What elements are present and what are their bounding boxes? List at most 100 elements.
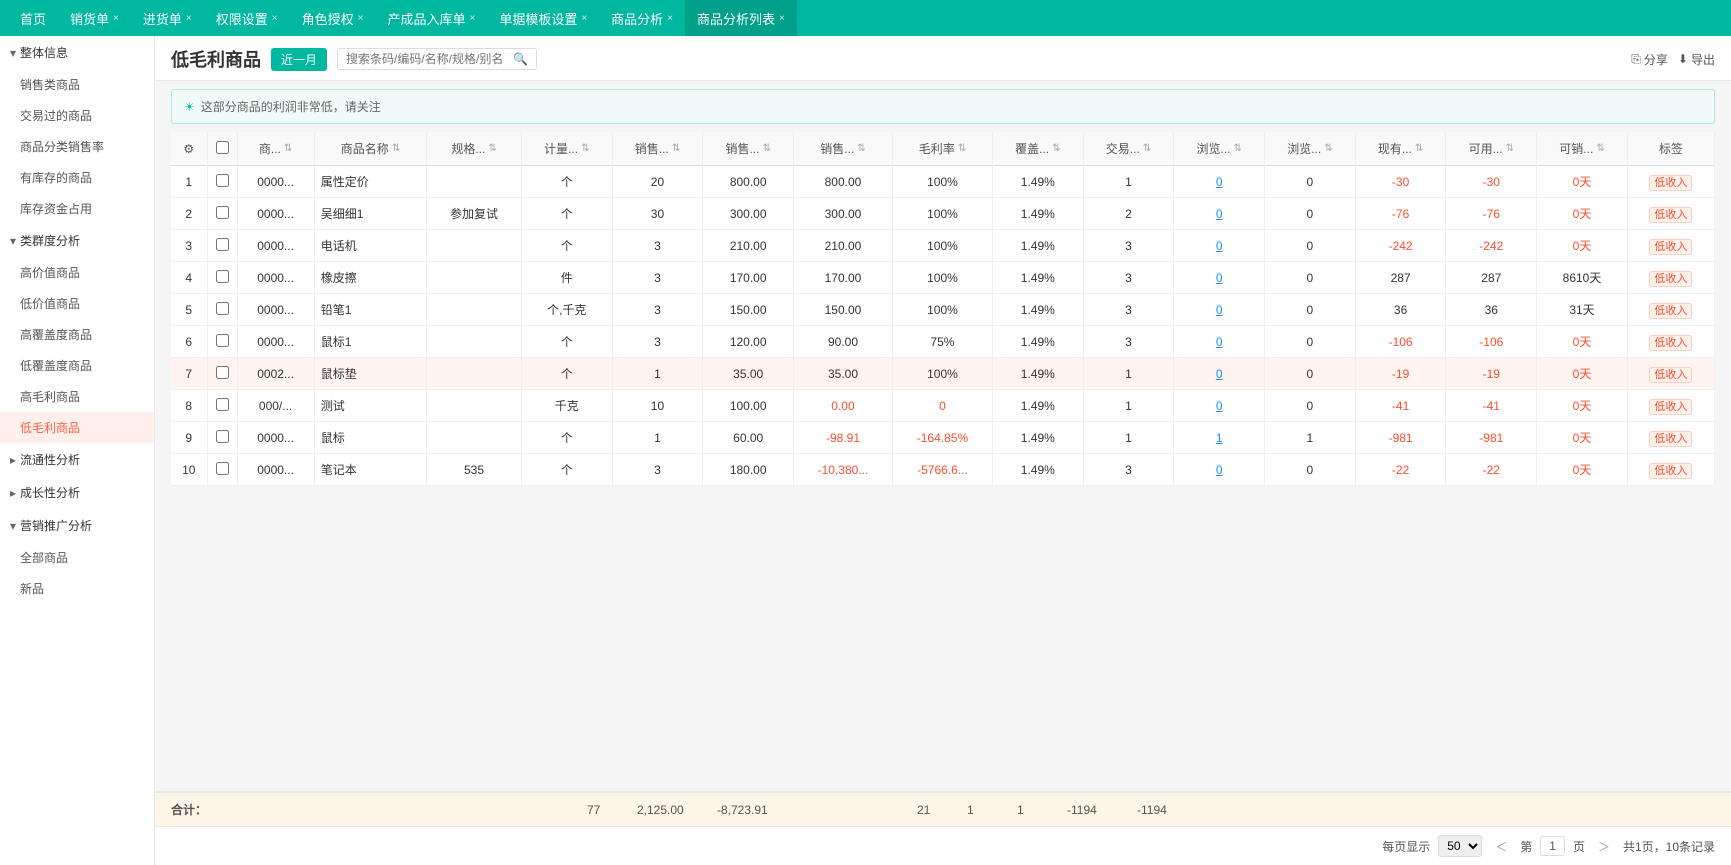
row-checkbox[interactable]: [207, 422, 237, 454]
row-select-checkbox[interactable]: [216, 206, 229, 219]
share-button[interactable]: ⎘ 分享: [1631, 51, 1668, 68]
export-button[interactable]: ⬇ 导出: [1678, 51, 1715, 68]
sidebar-group-flow[interactable]: ▸ 流通性分析: [0, 443, 154, 476]
sort-icon[interactable]: ⇅: [672, 143, 680, 154]
sidebar-item-traded-goods[interactable]: 交易过的商品: [0, 100, 154, 131]
row-select-checkbox[interactable]: [216, 334, 229, 347]
sort-icon[interactable]: ⇅: [581, 143, 589, 154]
close-icon[interactable]: ×: [779, 13, 785, 24]
sort-icon[interactable]: ⇅: [392, 143, 400, 154]
row-view1[interactable]: 0: [1174, 294, 1265, 326]
sidebar-item-low-coverage[interactable]: 低覆盖度商品: [0, 350, 154, 381]
nav-purchase-order[interactable]: 进货单 ×: [131, 0, 204, 36]
row-checkbox[interactable]: [207, 358, 237, 390]
row-name[interactable]: 鼠标1: [314, 326, 426, 358]
row-name[interactable]: 鼠标垫: [314, 358, 426, 390]
col-coverage[interactable]: 覆盖... ⇅: [992, 132, 1083, 166]
nav-role-auth[interactable]: 角色授权 ×: [290, 0, 376, 36]
close-icon[interactable]: ×: [581, 13, 587, 24]
col-name[interactable]: 商品名称 ⇅: [314, 132, 426, 166]
col-current-stock[interactable]: 现有... ⇅: [1355, 132, 1446, 166]
row-checkbox[interactable]: [207, 294, 237, 326]
col-settings[interactable]: ⚙: [171, 132, 207, 166]
date-filter-button[interactable]: 近一月: [271, 48, 327, 71]
sort-icon[interactable]: ⇅: [857, 143, 865, 154]
close-icon[interactable]: ×: [272, 13, 278, 24]
row-checkbox[interactable]: [207, 326, 237, 358]
sidebar-item-low-margin[interactable]: 低毛利商品: [0, 412, 154, 443]
row-view1[interactable]: 0: [1174, 198, 1265, 230]
row-select-checkbox[interactable]: [216, 430, 229, 443]
col-unit[interactable]: 计量... ⇅: [521, 132, 612, 166]
nav-product-analysis-list[interactable]: 商品分析列表 ×: [685, 0, 797, 36]
row-name[interactable]: 吴细细1: [314, 198, 426, 230]
col-spec[interactable]: 规格... ⇅: [427, 132, 522, 166]
row-name[interactable]: 属性定价: [314, 166, 426, 198]
nav-sales-order[interactable]: 销货单 ×: [58, 0, 131, 36]
col-trade-count[interactable]: 交易... ⇅: [1083, 132, 1174, 166]
row-name[interactable]: 测试: [314, 390, 426, 422]
nav-product-entry[interactable]: 产成品入库单 ×: [375, 0, 487, 36]
per-page-select[interactable]: 50: [1438, 835, 1482, 857]
sidebar-group-cluster[interactable]: ▾ 类群度分析: [0, 224, 154, 257]
sort-icon[interactable]: ⇅: [1415, 143, 1423, 154]
select-all-checkbox[interactable]: [216, 141, 229, 154]
row-view1[interactable]: 0: [1174, 230, 1265, 262]
sidebar-item-stock-fund[interactable]: 库存资金占用: [0, 193, 154, 224]
settings-icon[interactable]: ⚙: [183, 142, 194, 156]
sidebar-item-new-products[interactable]: 新品: [0, 573, 154, 604]
row-view1[interactable]: 1: [1174, 422, 1265, 454]
sort-icon[interactable]: ⇅: [1234, 143, 1242, 154]
row-name[interactable]: 铅笔1: [314, 294, 426, 326]
sidebar-item-sales-goods[interactable]: 销售类商品: [0, 69, 154, 100]
col-gross-margin[interactable]: 毛利率 ⇅: [892, 132, 992, 166]
nav-template-settings[interactable]: 单据模板设置 ×: [487, 0, 599, 36]
row-checkbox[interactable]: [207, 198, 237, 230]
sidebar-item-category-rate[interactable]: 商品分类销售率: [0, 131, 154, 162]
row-view1[interactable]: 0: [1174, 358, 1265, 390]
sidebar-item-high-margin[interactable]: 高毛利商品: [0, 381, 154, 412]
sidebar-item-low-value[interactable]: 低价值商品: [0, 288, 154, 319]
nav-product-analysis[interactable]: 商品分析 ×: [599, 0, 685, 36]
sort-icon[interactable]: ⇅: [488, 143, 496, 154]
col-code[interactable]: 商... ⇅: [237, 132, 314, 166]
sort-icon[interactable]: ⇅: [1143, 143, 1151, 154]
sort-icon[interactable]: ⇅: [1596, 143, 1604, 154]
row-checkbox[interactable]: [207, 390, 237, 422]
next-page-button[interactable]: ＞: [1593, 836, 1615, 857]
col-view2[interactable]: 浏览... ⇅: [1265, 132, 1356, 166]
sidebar-item-high-value[interactable]: 高价值商品: [0, 257, 154, 288]
sort-icon[interactable]: ⇅: [1506, 143, 1514, 154]
row-view1[interactable]: 0: [1174, 454, 1265, 486]
col-sales-profit[interactable]: 销售... ⇅: [794, 132, 893, 166]
row-checkbox[interactable]: [207, 166, 237, 198]
col-view1[interactable]: 浏览... ⇅: [1174, 132, 1265, 166]
row-name[interactable]: 橡皮擦: [314, 262, 426, 294]
row-select-checkbox[interactable]: [216, 174, 229, 187]
row-view1[interactable]: 0: [1174, 262, 1265, 294]
row-select-checkbox[interactable]: [216, 462, 229, 475]
col-available-stock[interactable]: 可用... ⇅: [1446, 132, 1537, 166]
sort-icon[interactable]: ⇅: [1052, 143, 1060, 154]
row-select-checkbox[interactable]: [216, 238, 229, 251]
nav-permission-settings[interactable]: 权限设置 ×: [204, 0, 290, 36]
row-checkbox[interactable]: [207, 454, 237, 486]
row-checkbox[interactable]: [207, 230, 237, 262]
row-name[interactable]: 电话机: [314, 230, 426, 262]
sidebar-item-all-goods[interactable]: 全部商品: [0, 542, 154, 573]
close-icon[interactable]: ×: [667, 13, 673, 24]
row-select-checkbox[interactable]: [216, 270, 229, 283]
col-sales-count[interactable]: 销售... ⇅: [612, 132, 703, 166]
search-input[interactable]: [346, 52, 513, 66]
row-name[interactable]: 鼠标: [314, 422, 426, 454]
row-select-checkbox[interactable]: [216, 366, 229, 379]
prev-page-button[interactable]: ＜: [1490, 836, 1512, 857]
search-icon[interactable]: 🔍: [513, 52, 528, 66]
sort-icon[interactable]: ⇅: [284, 143, 292, 154]
row-view1[interactable]: 0: [1174, 166, 1265, 198]
row-name[interactable]: 笔记本: [314, 454, 426, 486]
close-icon[interactable]: ×: [469, 13, 475, 24]
sort-icon[interactable]: ⇅: [1324, 143, 1332, 154]
row-view1[interactable]: 0: [1174, 326, 1265, 358]
sort-icon[interactable]: ⇅: [958, 143, 966, 154]
